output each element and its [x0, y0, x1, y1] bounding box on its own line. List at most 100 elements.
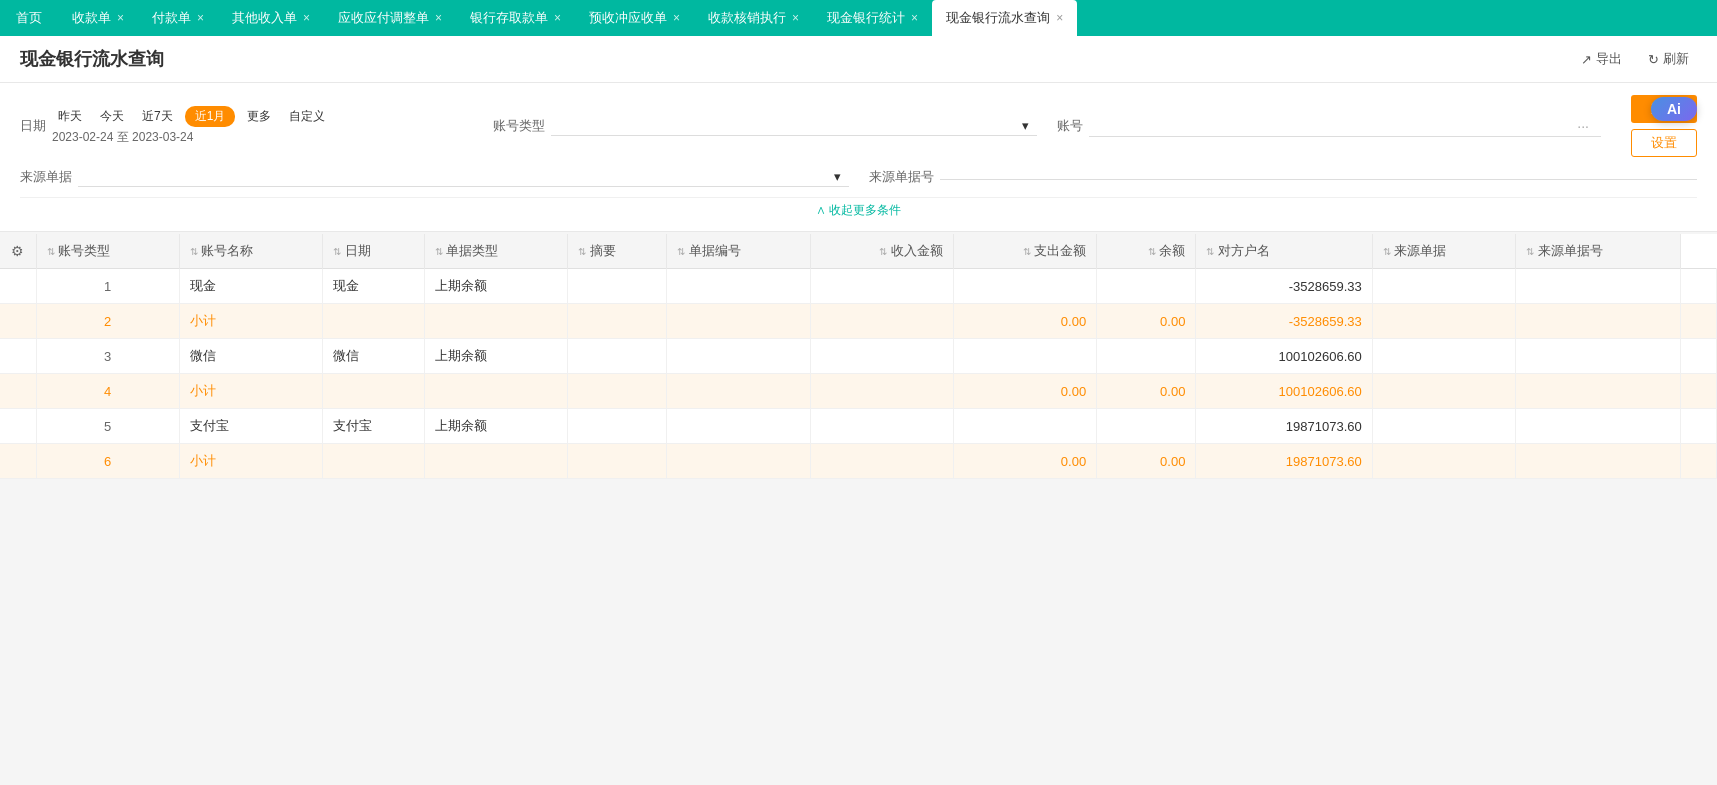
tab-label: 现金银行流水查询: [946, 9, 1050, 27]
collapse-bar[interactable]: ∧ 收起更多条件: [20, 197, 1697, 223]
cell-source-doc: [1516, 339, 1681, 374]
close-icon[interactable]: ×: [117, 11, 124, 25]
cell-date: 上期余额: [424, 269, 567, 304]
cell-balance: -3528659.33: [1196, 269, 1372, 304]
cell-doc-no: [810, 269, 953, 304]
settings-button[interactable]: 设置: [1631, 129, 1697, 157]
close-icon[interactable]: ×: [435, 11, 442, 25]
gear-icon[interactable]: ⚙: [11, 243, 24, 259]
date-btn-today[interactable]: 今天: [94, 106, 130, 127]
source-doc-no-label: 来源单据号: [869, 168, 934, 186]
table-row: 3微信微信上期余额100102606.60: [0, 339, 1717, 374]
date-range-display: 2023-02-24 至 2023-03-24: [52, 129, 331, 146]
col-header-label: 摘要: [590, 243, 616, 258]
nav-tab-prepay[interactable]: 预收冲应收单 ×: [575, 0, 694, 36]
date-btn-1month[interactable]: 近1月: [185, 106, 236, 127]
chevron-down-icon: ▾: [1022, 118, 1029, 133]
cell-balance: 100102606.60: [1196, 374, 1372, 409]
account-type-select[interactable]: ▾: [551, 116, 1037, 136]
table-row: 5支付宝支付宝上期余额19871073.60: [0, 409, 1717, 444]
close-icon[interactable]: ×: [554, 11, 561, 25]
sort-icon: ⇅: [1206, 246, 1214, 257]
cell-expense: 0.00: [1097, 304, 1196, 339]
cell-source-doc-no: [1681, 409, 1717, 444]
cell-counterpart: [1372, 444, 1515, 479]
nav-tab-adjustment[interactable]: 应收应付调整单 ×: [324, 0, 456, 36]
cell-balance: 100102606.60: [1196, 339, 1372, 374]
cell-balance: 19871073.60: [1196, 409, 1372, 444]
cell-source-doc-no: [1681, 304, 1717, 339]
close-icon[interactable]: ×: [303, 11, 310, 25]
export-button[interactable]: ↗ 导出: [1573, 46, 1630, 72]
close-icon[interactable]: ×: [197, 11, 204, 25]
date-btn-7days[interactable]: 近7天: [136, 106, 179, 127]
cell-doc-no: [810, 374, 953, 409]
cell-source-doc-no: [1681, 269, 1717, 304]
cell-doc-no: [810, 304, 953, 339]
cell-date: [424, 444, 567, 479]
nav-tab-shoukuan[interactable]: 收款单 ×: [58, 0, 138, 36]
ai-button[interactable]: Ai: [1651, 97, 1697, 121]
tab-label: 预收冲应收单: [589, 9, 667, 27]
cell-account-type: 小计: [179, 444, 322, 479]
close-icon[interactable]: ×: [673, 11, 680, 25]
nav-tab-collection[interactable]: 收款核销执行 ×: [694, 0, 813, 36]
cell-counterpart: [1372, 374, 1515, 409]
source-doc-no-input[interactable]: [940, 175, 1698, 180]
col-header-label: 单据类型: [446, 243, 498, 258]
cell-doc-type: [567, 339, 666, 374]
date-btn-more[interactable]: 更多: [241, 106, 277, 127]
col-settings: ⚙: [0, 234, 36, 269]
cell-doc-type: [567, 444, 666, 479]
sort-icon: ⇅: [1383, 246, 1391, 257]
chevron-down-icon: ▾: [834, 169, 841, 184]
cell-expense: 0.00: [1097, 374, 1196, 409]
close-icon[interactable]: ×: [1056, 11, 1063, 25]
sort-icon: ⇅: [879, 246, 887, 257]
cell-source-doc-no: [1681, 374, 1717, 409]
nav-tab-fukuan[interactable]: 付款单 ×: [138, 0, 218, 36]
account-filter-group: 账号 ···: [1057, 116, 1601, 137]
cell-account-type: 小计: [179, 304, 322, 339]
source-doc-select[interactable]: ▾: [78, 167, 849, 187]
cell-summary: [667, 339, 810, 374]
source-doc-label: 来源单据: [20, 168, 72, 186]
sort-icon: ⇅: [435, 246, 443, 257]
nav-tab-other-income[interactable]: 其他收入单 ×: [218, 0, 324, 36]
nav-tab-bank-deposit[interactable]: 银行存取款单 ×: [456, 0, 575, 36]
cell-counterpart: [1372, 304, 1515, 339]
col-header-label: 来源单据号: [1538, 243, 1603, 258]
cell-counterpart: [1372, 269, 1515, 304]
cell-doc-type: [567, 269, 666, 304]
sort-icon: ⇅: [190, 246, 198, 257]
row-settings: [0, 374, 36, 409]
date-btn-custom[interactable]: 自定义: [283, 106, 331, 127]
account-label: 账号: [1057, 117, 1083, 135]
close-icon[interactable]: ×: [911, 11, 918, 25]
cell-account-type: 微信: [179, 339, 322, 374]
col-header-label: 日期: [345, 243, 371, 258]
date-btn-yesterday[interactable]: 昨天: [52, 106, 88, 127]
col-source-doc: ⇅ 来源单据: [1372, 234, 1515, 269]
sort-icon: ⇅: [677, 246, 685, 257]
sort-icon: ⇅: [1023, 246, 1031, 257]
cell-doc-no: [810, 409, 953, 444]
row-number: 6: [36, 444, 179, 479]
refresh-button[interactable]: ↻ 刷新: [1640, 46, 1697, 72]
ellipsis-icon[interactable]: ···: [1573, 118, 1593, 134]
cell-account-name: [323, 374, 425, 409]
row-number: 4: [36, 374, 179, 409]
nav-tab-cash-flow[interactable]: 现金银行流水查询 ×: [932, 0, 1077, 36]
row-number: 1: [36, 269, 179, 304]
cell-doc-type: [567, 304, 666, 339]
export-icon: ↗: [1581, 52, 1592, 67]
refresh-label: 刷新: [1663, 50, 1689, 68]
close-icon[interactable]: ×: [792, 11, 799, 25]
nav-tab-cash-stats[interactable]: 现金银行统计 ×: [813, 0, 932, 36]
col-header-label: 收入金额: [891, 243, 943, 258]
col-source-doc-no: ⇅ 来源单据号: [1516, 234, 1681, 269]
cell-source-doc: [1516, 269, 1681, 304]
account-select[interactable]: ···: [1089, 116, 1601, 137]
nav-home[interactable]: 首页: [0, 0, 58, 36]
row-settings: [0, 444, 36, 479]
